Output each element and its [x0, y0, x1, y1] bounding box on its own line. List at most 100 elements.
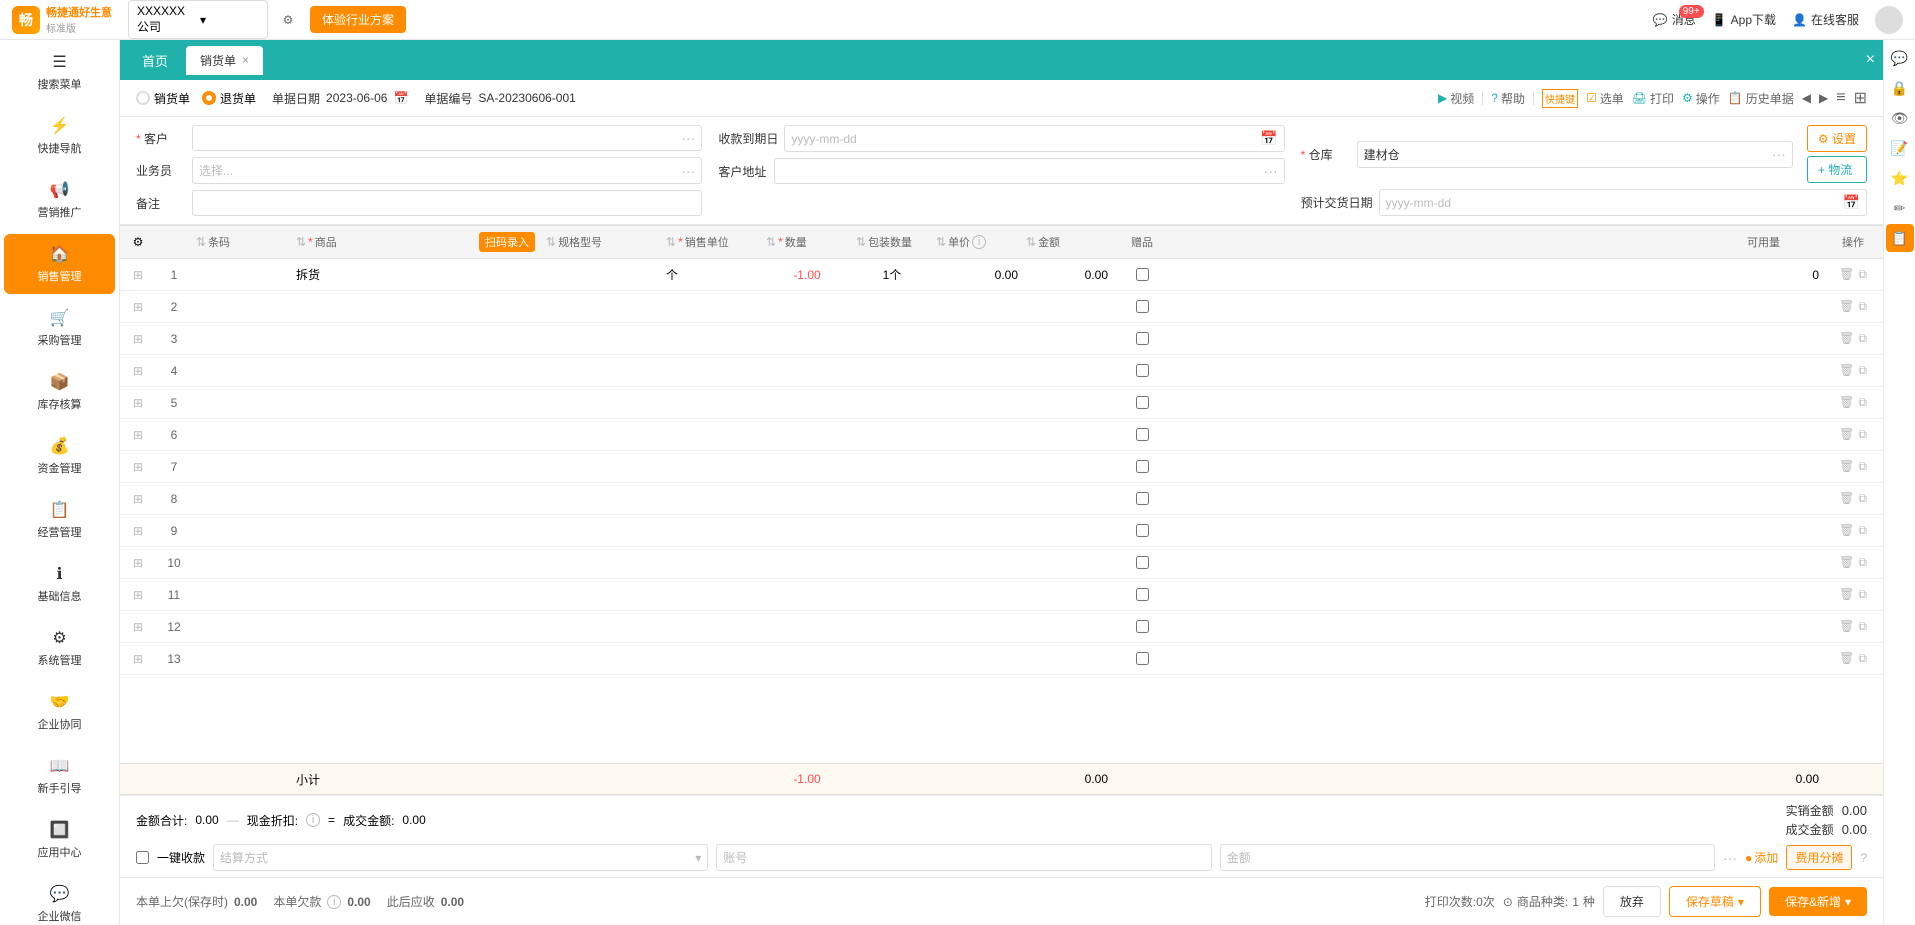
- sidebar-item-basic-info[interactable]: ℹ 基础信息: [4, 554, 115, 614]
- sidebar-item-purchase-mgmt[interactable]: 🛒 采购管理: [4, 298, 115, 358]
- row-price-1[interactable]: 0.00: [932, 268, 1022, 282]
- copy-button[interactable]: ⧉: [1858, 395, 1867, 410]
- right-panel-notes-button[interactable]: 📝: [1886, 134, 1914, 162]
- salesperson-input[interactable]: 选择... ···: [192, 157, 702, 184]
- settings-icon[interactable]: ⚙: [274, 6, 302, 34]
- product-type-selector[interactable]: ⊙ 商品种类: 1 种: [1503, 893, 1595, 910]
- video-action[interactable]: ▶ 视频: [1438, 90, 1474, 107]
- right-panel-star-button[interactable]: ⭐: [1886, 164, 1914, 192]
- abandon-button[interactable]: 放弃: [1603, 886, 1661, 917]
- sidebar-item-enterprise[interactable]: 🤝 企业协同: [4, 682, 115, 742]
- help-action[interactable]: ? 帮助: [1491, 90, 1525, 107]
- logistics-button[interactable]: + 物流: [1807, 156, 1867, 183]
- delete-button[interactable]: 🗑: [1839, 651, 1854, 666]
- delete-button[interactable]: 🗑: [1839, 587, 1854, 602]
- copy-button[interactable]: ⧉: [1858, 619, 1867, 634]
- account-input[interactable]: 账号: [716, 844, 1211, 871]
- save-new-chevron-icon[interactable]: ▾: [1845, 895, 1851, 909]
- copy-button[interactable]: ⧉: [1858, 523, 1867, 538]
- sidebar-item-guide[interactable]: 📖 新手引导: [4, 746, 115, 806]
- sidebar-item-system-mgmt[interactable]: ⚙ 系统管理: [4, 618, 115, 678]
- copy-row-1-button[interactable]: ⧉: [1858, 267, 1867, 282]
- form-settings-button[interactable]: ⚙ 设置: [1807, 125, 1867, 152]
- user-avatar[interactable]: [1875, 6, 1903, 34]
- tab-close-button[interactable]: ×: [242, 53, 249, 67]
- customer-addr-input[interactable]: ···: [774, 158, 1284, 184]
- right-panel-edit-button[interactable]: ✏: [1886, 194, 1914, 222]
- delete-button[interactable]: 🗑: [1839, 331, 1854, 346]
- right-panel-lock-button[interactable]: 🔒: [1886, 74, 1914, 102]
- estimated-date-calendar-icon[interactable]: 📅: [1843, 194, 1860, 211]
- add-payment-button[interactable]: ● 添加: [1745, 849, 1778, 866]
- row-amount-1[interactable]: 0.00: [1022, 268, 1112, 282]
- right-panel-chat-button[interactable]: 💬: [1886, 44, 1914, 72]
- trial-button[interactable]: 体验行业方案: [310, 6, 406, 33]
- payment-amount-input[interactable]: 金额: [1220, 844, 1715, 871]
- nav-prev-button[interactable]: ◀: [1802, 91, 1811, 105]
- layout-list-button[interactable]: ≡: [1836, 89, 1845, 107]
- delete-button[interactable]: 🗑: [1839, 363, 1854, 378]
- warehouse-ellipsis[interactable]: ···: [1772, 146, 1786, 162]
- row-product-1[interactable]: 拆货: [292, 266, 472, 283]
- print-action[interactable]: 🖨 打印: [1632, 90, 1674, 107]
- layout-grid-button[interactable]: ⊞: [1854, 88, 1867, 108]
- delete-button[interactable]: 🗑: [1839, 299, 1854, 314]
- copy-button[interactable]: ⧉: [1858, 427, 1867, 442]
- operation-action[interactable]: ⚙ 操作: [1682, 90, 1720, 107]
- save-draft-chevron-icon[interactable]: ▾: [1738, 895, 1744, 909]
- delete-button[interactable]: 🗑: [1839, 491, 1854, 506]
- fee-help-icon[interactable]: ?: [1860, 851, 1867, 865]
- sidebar-item-finance-mgmt[interactable]: 💰 资金管理: [4, 426, 115, 486]
- copy-button[interactable]: ⧉: [1858, 459, 1867, 474]
- delete-row-1-button[interactable]: 🗑: [1839, 267, 1854, 282]
- row-qty-1[interactable]: -1.00: [762, 268, 852, 282]
- sidebar-item-quick-nav[interactable]: ⚡ 快捷导航: [4, 106, 115, 166]
- customer-ellipsis[interactable]: ···: [681, 130, 695, 146]
- copy-button[interactable]: ⧉: [1858, 363, 1867, 378]
- tab-sales-order[interactable]: 销货单 ×: [186, 46, 263, 75]
- right-panel-orange-button[interactable]: 📋: [1886, 224, 1914, 252]
- copy-button[interactable]: ⧉: [1858, 491, 1867, 506]
- remarks-input[interactable]: [192, 190, 702, 216]
- row-unit-1[interactable]: 个: [662, 266, 762, 283]
- shortcut-action[interactable]: 快捷键: [1542, 89, 1578, 108]
- col-settings[interactable]: ⚙: [120, 235, 156, 249]
- copy-button[interactable]: ⧉: [1858, 331, 1867, 346]
- copy-button[interactable]: ⧉: [1858, 555, 1867, 570]
- delete-button[interactable]: 🗑: [1839, 459, 1854, 474]
- sidebar-item-ops-mgmt[interactable]: 📋 经营管理: [4, 490, 115, 550]
- delete-button[interactable]: 🗑: [1839, 555, 1854, 570]
- return-order-radio[interactable]: 退货单: [202, 90, 256, 107]
- delete-button[interactable]: 🗑: [1839, 395, 1854, 410]
- row-settings-1[interactable]: ⊞: [120, 268, 156, 282]
- notification-button[interactable]: 💬 消息 99+: [1653, 11, 1696, 28]
- row-pkg-qty-1[interactable]: 1个: [852, 266, 932, 283]
- total-due-help-icon[interactable]: i: [327, 895, 341, 909]
- online-service-button[interactable]: 👤 在线客服: [1792, 11, 1859, 28]
- sales-order-radio[interactable]: 销货单: [136, 90, 190, 107]
- payment-ellipsis[interactable]: ···: [1723, 850, 1737, 866]
- scan-barcode-button[interactable]: 扫码录入: [479, 232, 535, 252]
- copy-button[interactable]: ⧉: [1858, 587, 1867, 602]
- customer-addr-ellipsis[interactable]: ···: [1264, 163, 1278, 179]
- copy-button[interactable]: ⧉: [1858, 651, 1867, 666]
- company-selector[interactable]: XXXXXX公司 ▾: [128, 0, 268, 39]
- save-new-button[interactable]: 保存&新增 ▾: [1769, 887, 1867, 916]
- select-action[interactable]: ☑ 选单: [1586, 90, 1624, 107]
- price-info-icon[interactable]: i: [972, 235, 986, 249]
- app-download-button[interactable]: 📱 App下载: [1712, 11, 1776, 28]
- sidebar-item-app-center[interactable]: 🔲 应用中心: [4, 810, 115, 870]
- salesperson-ellipsis[interactable]: ···: [681, 163, 695, 179]
- delete-button[interactable]: 🗑: [1839, 523, 1854, 538]
- sidebar-item-wechat[interactable]: 💬 企业微信: [4, 874, 115, 925]
- tab-close-window-button[interactable]: ×: [1866, 51, 1875, 69]
- copy-button[interactable]: ⧉: [1858, 299, 1867, 314]
- gift-checkbox-1[interactable]: [1136, 268, 1149, 281]
- row-gift-1[interactable]: [1112, 268, 1172, 281]
- right-panel-eye-button[interactable]: 👁: [1886, 104, 1914, 132]
- warehouse-input[interactable]: 建材仓 ···: [1357, 141, 1793, 168]
- customer-input[interactable]: ···: [192, 125, 702, 151]
- calendar-icon[interactable]: 📅: [393, 91, 408, 105]
- nav-next-button[interactable]: ▶: [1819, 91, 1828, 105]
- delete-button[interactable]: 🗑: [1839, 427, 1854, 442]
